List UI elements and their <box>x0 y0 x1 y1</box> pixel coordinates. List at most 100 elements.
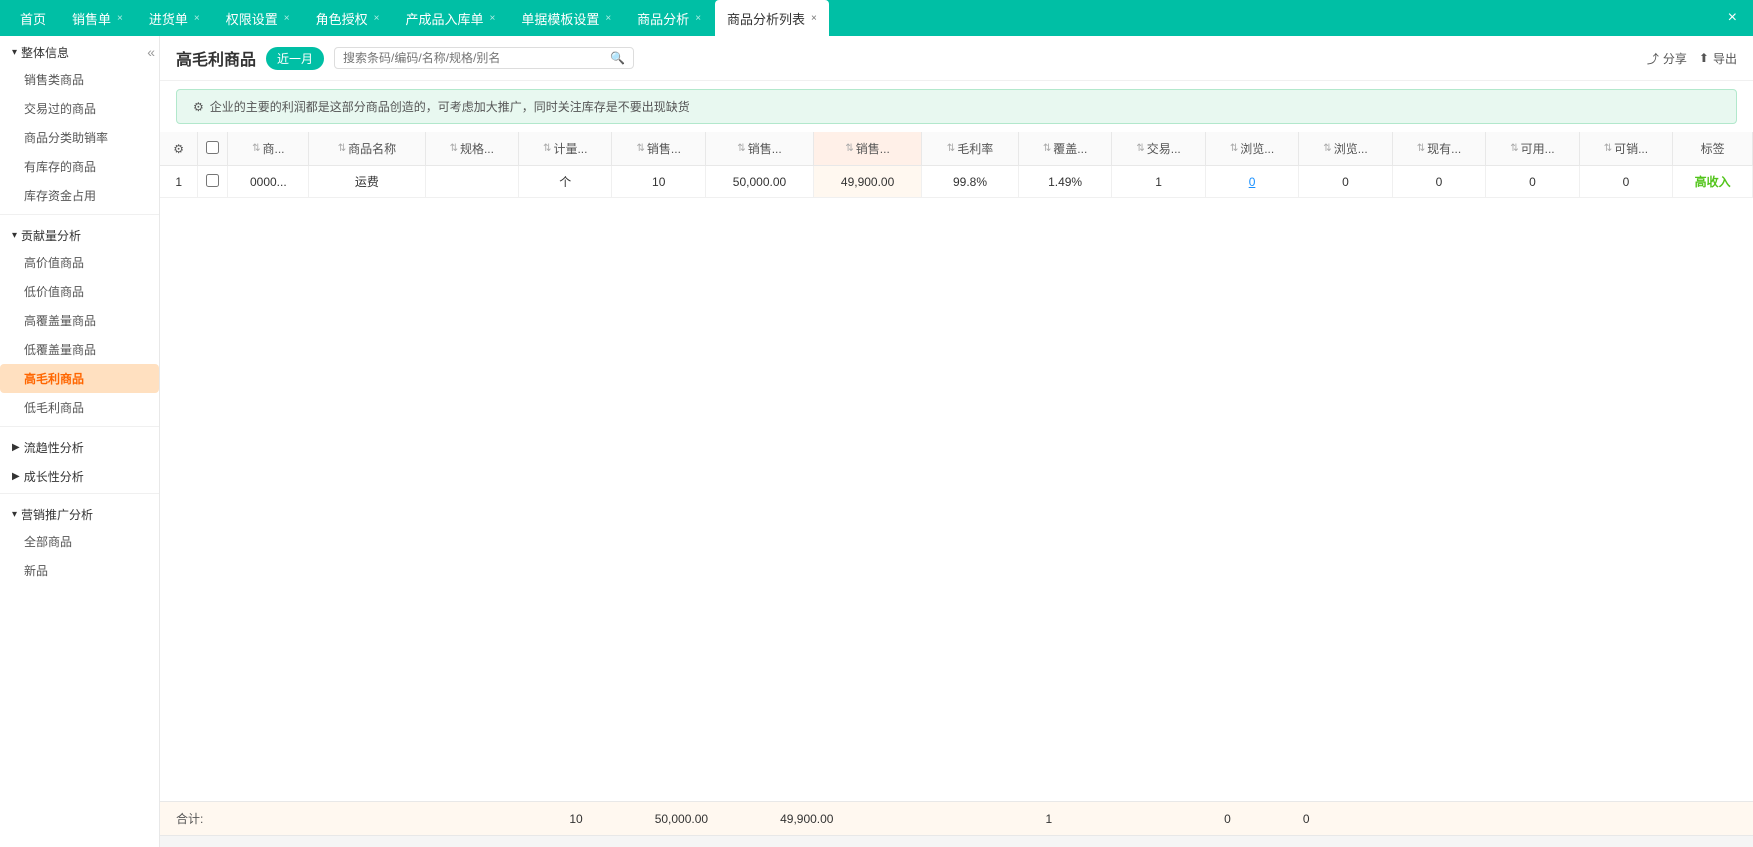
close-icon[interactable]: × <box>489 13 495 24</box>
cell-tag: 高收入 <box>1673 166 1753 198</box>
browse1-link[interactable]: 0 <box>1249 175 1256 189</box>
footer-total-row: 合计: 10 50,000.00 49,900.00 1 0 0 <box>160 801 1753 835</box>
sidebar-group-overall[interactable]: ▾ 整体信息 <box>0 36 159 65</box>
footer-transactions: 1 <box>1039 812 1058 826</box>
page-title: 高毛利商品 <box>176 46 256 70</box>
sidebar-item-sales-goods[interactable]: 销售类商品 <box>0 65 159 94</box>
nav-tab-permissions[interactable]: 权限设置 × <box>214 0 302 36</box>
search-box: 🔍 <box>334 47 634 69</box>
sidebar-item-category-sales-rate[interactable]: 商品分类助销率 <box>0 123 159 152</box>
export-icon: ⬆ <box>1699 51 1709 65</box>
sort-icon: ⇅ <box>1323 143 1331 154</box>
sort-icon: ⇅ <box>1510 143 1518 154</box>
sidebar-item-stock-capital[interactable]: 库存资金占用 <box>0 181 159 210</box>
sidebar-group-contribution[interactable]: ▾ 贡献量分析 <box>0 219 159 248</box>
bottom-scrollbar[interactable] <box>160 835 1753 847</box>
close-icon[interactable]: × <box>811 13 817 24</box>
col-browse1[interactable]: ⇅ 浏览... <box>1205 132 1298 166</box>
search-input[interactable] <box>343 51 606 65</box>
sort-icon: ⇅ <box>1230 143 1238 154</box>
sort-icon: ⇅ <box>252 143 260 154</box>
nav-tab-purchase[interactable]: 进货单 × <box>137 0 212 36</box>
divider <box>0 426 159 427</box>
sidebar-item-low-margin[interactable]: 低毛利商品 <box>0 393 159 422</box>
sort-icon: ⇅ <box>1043 143 1051 154</box>
col-browse2[interactable]: ⇅ 浏览... <box>1299 132 1392 166</box>
content-area: 高毛利商品 近一月 🔍 ⤴ 分享 ⬆ 导出 ⚙ 企业的主要的利润都是这部分商品创… <box>160 36 1753 847</box>
cell-coverage: 1.49% <box>1018 166 1111 198</box>
sidebar-group-flow[interactable]: ▶ 流趋性分析 <box>0 431 159 460</box>
close-icon[interactable]: × <box>284 13 290 24</box>
cell-code: 0000... <box>228 166 309 198</box>
nav-tab-product-analysis-list[interactable]: 商品分析列表 × <box>715 0 829 36</box>
select-all-checkbox[interactable] <box>206 141 219 154</box>
sidebar-item-new-goods[interactable]: 新品 <box>0 556 159 585</box>
nav-tab-sales[interactable]: 销售单 × <box>60 0 135 36</box>
sidebar-item-in-stock-goods[interactable]: 有库存的商品 <box>0 152 159 181</box>
col-saleable[interactable]: ⇅ 可销... <box>1579 132 1672 166</box>
sidebar-group-growth[interactable]: ▶ 成长性分析 <box>0 460 159 489</box>
window-close-button[interactable]: × <box>1720 9 1745 27</box>
sidebar-item-high-margin[interactable]: 高毛利商品 <box>0 364 159 393</box>
col-name[interactable]: ⇅ 商品名称 <box>309 132 425 166</box>
search-icon[interactable]: 🔍 <box>610 51 625 65</box>
sidebar-item-high-coverage[interactable]: 高覆盖量商品 <box>0 306 159 335</box>
col-spec[interactable]: ⇅ 规格... <box>425 132 518 166</box>
chevron-down-icon: ▾ <box>12 230 17 241</box>
close-icon[interactable]: × <box>374 13 380 24</box>
sidebar-item-traded-goods[interactable]: 交易过的商品 <box>0 94 159 123</box>
col-unit[interactable]: ⇅ 计量... <box>519 132 612 166</box>
sort-icon: ⇅ <box>1604 143 1612 154</box>
nav-tab-home[interactable]: 首页 <box>8 0 58 36</box>
nav-tab-inbound[interactable]: 产成品入库单 × <box>393 0 507 36</box>
footer-available-stock: 0 <box>1297 812 1316 826</box>
nav-tab-product-analysis[interactable]: 商品分析 × <box>625 0 713 36</box>
col-coverage[interactable]: ⇅ 覆盖... <box>1018 132 1111 166</box>
cell-num: 1 <box>160 166 198 198</box>
divider <box>0 493 159 494</box>
sidebar-collapse-button[interactable]: « <box>147 44 155 60</box>
col-gross-margin[interactable]: ⇅ 毛利率 <box>922 132 1019 166</box>
footer-current-stock: 0 <box>1218 812 1237 826</box>
col-code[interactable]: ⇅ 商... <box>228 132 309 166</box>
close-icon[interactable]: × <box>117 13 123 24</box>
col-transactions[interactable]: ⇅ 交易... <box>1112 132 1205 166</box>
col-checkbox[interactable] <box>198 132 228 166</box>
col-sales-qty[interactable]: ⇅ 销售... <box>612 132 705 166</box>
close-icon[interactable]: × <box>605 13 611 24</box>
table-header-row: ⚙ ⇅ 商... <box>160 132 1753 166</box>
cell-checkbox[interactable] <box>198 166 228 198</box>
filter-recent-month-button[interactable]: 近一月 <box>266 47 324 70</box>
footer-sales-profit: 49,900.00 <box>774 812 839 826</box>
tag-label: 高收入 <box>1695 175 1731 189</box>
sidebar-item-low-value[interactable]: 低价值商品 <box>0 277 159 306</box>
col-sales-amount[interactable]: ⇅ 销售... <box>705 132 813 166</box>
table-row: 1 0000... 运费 个 10 50,000.00 49,900.00 99… <box>160 166 1753 198</box>
nav-tab-template[interactable]: 单据模板设置 × <box>509 0 623 36</box>
share-icon: ⤴ <box>1647 50 1659 67</box>
sort-icon: ⇅ <box>1136 143 1144 154</box>
col-settings[interactable]: ⚙ <box>160 132 198 166</box>
data-table-container[interactable]: ⚙ ⇅ 商... <box>160 132 1753 801</box>
chevron-right-icon: ▶ <box>12 442 20 453</box>
chevron-down-icon: ▾ <box>12 509 17 520</box>
footer-cells: 10 50,000.00 49,900.00 1 0 0 <box>223 812 1737 826</box>
sort-icon: ⇅ <box>450 143 458 154</box>
sidebar-group-marketing[interactable]: ▾ 营销推广分析 <box>0 498 159 527</box>
close-icon[interactable]: × <box>194 13 200 24</box>
col-sales-profit[interactable]: ⇅ 销售... <box>814 132 922 166</box>
sidebar-item-high-value[interactable]: 高价值商品 <box>0 248 159 277</box>
cell-browse1[interactable]: 0 <box>1205 166 1298 198</box>
sidebar-item-all-goods[interactable]: 全部商品 <box>0 527 159 556</box>
row-checkbox[interactable] <box>206 174 219 187</box>
nav-tab-roles[interactable]: 角色授权 × <box>304 0 392 36</box>
close-icon[interactable]: × <box>695 13 701 24</box>
col-tag[interactable]: 标签 <box>1673 132 1753 166</box>
col-available-stock[interactable]: ⇅ 可用... <box>1486 132 1579 166</box>
header-actions: ⤴ 分享 ⬆ 导出 <box>1647 50 1737 67</box>
col-current-stock[interactable]: ⇅ 现有... <box>1392 132 1485 166</box>
footer-sales-amount: 50,000.00 <box>649 812 714 826</box>
sidebar-item-low-coverage[interactable]: 低覆盖量商品 <box>0 335 159 364</box>
share-button[interactable]: ⤴ 分享 <box>1647 50 1687 67</box>
export-button[interactable]: ⬆ 导出 <box>1699 50 1737 67</box>
